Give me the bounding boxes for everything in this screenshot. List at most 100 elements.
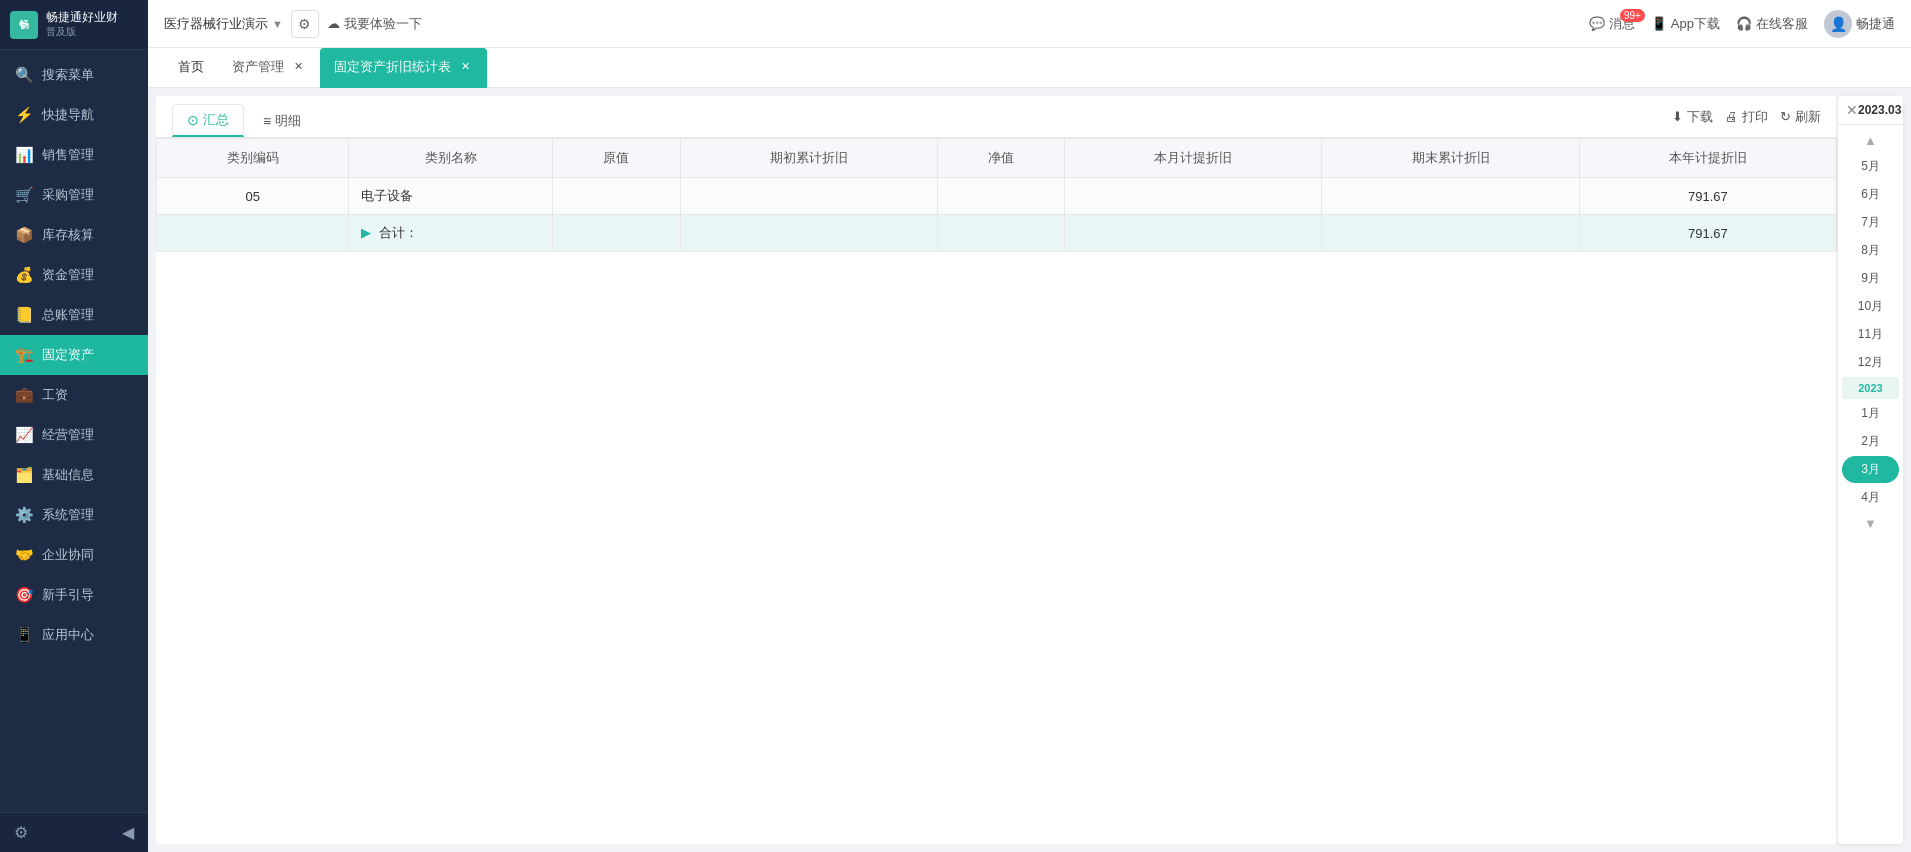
total-monthly-dep [1065,215,1322,252]
app-download-action[interactable]: 📱 App下载 [1651,15,1720,33]
sidebar-item-label-purchase: 采购管理 [42,186,94,204]
sidebar-bottom: ⚙ ◀ [0,812,148,852]
date-panel-header: ✕ 2023.03 ⤢ [1838,96,1903,125]
close-fixed-dep-icon[interactable]: ✕ [457,59,473,75]
download-button[interactable]: ⬇ 下载 [1672,108,1713,126]
date-panel-close-icon[interactable]: ✕ [1846,102,1858,118]
date-list: ▲ 5月 6月 7月 8月 9月 10月 11月 12月 2023 1月 2月 … [1838,125,1903,844]
sidebar-item-inventory[interactable]: 📦 库存核算 [0,215,148,255]
total-label: ▶ 合计： [349,215,553,252]
cell-end-acc [1322,178,1579,215]
system-icon: ⚙️ [14,505,34,525]
refresh-icon: ↻ [1780,109,1791,124]
date-month-10[interactable]: 10月 [1842,293,1899,320]
date-month-8[interactable]: 8月 [1842,237,1899,264]
experience-button[interactable]: ☁ 我要体验一下 [327,15,422,33]
ledger-icon: 📒 [14,305,34,325]
sidebar-item-search[interactable]: 🔍 搜索菜单 [0,55,148,95]
sidebar-item-appstore[interactable]: 📱 应用中心 [0,615,148,655]
sidebar-nav: 🔍 搜索菜单 ⚡ 快捷导航 📊 销售管理 🛒 采购管理 📦 库存核算 💰 资金管… [0,50,148,812]
cloud-icon: ☁ [327,16,340,31]
tab-asset-mgmt[interactable]: 资产管理 ✕ [218,48,320,88]
finance-icon: 💰 [14,265,34,285]
header-settings-icon[interactable]: ⚙ [291,10,319,38]
table-header-row: 类别编码 类别名称 原值 期初累计折旧 净值 本月计提折旧 期末累计折旧 本年计… [157,139,1837,178]
phone-icon: 📱 [1651,16,1667,31]
tab-fixed-depreciation[interactable]: 固定资产折旧统计表 ✕ [320,48,487,88]
settings-icon[interactable]: ⚙ [14,823,28,842]
date-nav-up-icon[interactable]: ▲ [1838,129,1903,152]
date-month-5[interactable]: 5月 [1842,153,1899,180]
cell-monthly-dep [1065,178,1322,215]
date-month-6[interactable]: 6月 [1842,181,1899,208]
print-button[interactable]: 🖨 打印 [1725,108,1768,126]
summary-icon: ⊙ [187,112,199,128]
content-area: ⊙ 汇总 ≡ 明细 ⬇ 下载 🖨 打印 [148,88,1911,852]
sidebar-item-label-guide: 新手引导 [42,586,94,604]
sidebar-item-label-quicknav: 快捷导航 [42,106,94,124]
col-end-acc: 期末累计折旧 [1322,139,1579,178]
inventory-icon: 📦 [14,225,34,245]
tabs-bar: 首页 资产管理 ✕ 固定资产折旧统计表 ✕ [148,48,1911,88]
user-action[interactable]: 👤 畅捷通 [1824,10,1895,38]
corp-icon: 🤝 [14,545,34,565]
table-row: 05 电子设备 791.67 [157,178,1837,215]
print-icon: 🖨 [1725,109,1738,124]
date-month-3[interactable]: 3月 [1842,456,1899,483]
col-net-value: 净值 [937,139,1064,178]
fixed-icon: 🏗️ [14,345,34,365]
date-panel-title: 2023.03 [1858,103,1901,117]
sidebar-item-label-sales: 销售管理 [42,146,94,164]
operation-icon: 📈 [14,425,34,445]
sidebar-item-label-operation: 经营管理 [42,426,94,444]
date-panel: ✕ 2023.03 ⤢ ▲ 5月 6月 7月 8月 9月 10月 11月 12月… [1837,96,1903,844]
date-year-2023: 2023 [1842,377,1899,399]
date-panel-expand-icon[interactable]: ⤢ [1901,103,1903,117]
sidebar-item-label-inventory: 库存核算 [42,226,94,244]
company-selector[interactable]: 医疗器械行业演示 ▼ [164,15,283,33]
date-month-1[interactable]: 1月 [1842,400,1899,427]
sidebar-item-corp[interactable]: 🤝 企业协同 [0,535,148,575]
download-icon: ⬇ [1672,109,1683,124]
col-monthly-dep: 本月计提折旧 [1065,139,1322,178]
subtab-detail[interactable]: ≡ 明细 [248,104,316,137]
sidebar-item-label-ledger: 总账管理 [42,306,94,324]
sales-icon: 📊 [14,145,34,165]
sidebar-item-basic[interactable]: 🗂️ 基础信息 [0,455,148,495]
date-month-11[interactable]: 11月 [1842,321,1899,348]
date-nav-down-icon[interactable]: ▼ [1838,512,1903,535]
sidebar-item-salary[interactable]: 💼 工资 [0,375,148,415]
headset-icon: 🎧 [1736,16,1752,31]
sidebar-item-label-system: 系统管理 [42,506,94,524]
sidebar-item-quicknav[interactable]: ⚡ 快捷导航 [0,95,148,135]
detail-icon: ≡ [263,113,271,129]
total-icon: ▶ [361,225,371,240]
purchase-icon: 🛒 [14,185,34,205]
customer-service-action[interactable]: 🎧 在线客服 [1736,15,1808,33]
cell-yearly-dep: 791.67 [1579,178,1836,215]
sidebar-item-sales[interactable]: 📊 销售管理 [0,135,148,175]
message-action[interactable]: 💬 消息 99+ [1589,15,1635,33]
sidebar-item-ledger[interactable]: 📒 总账管理 [0,295,148,335]
sidebar-item-finance[interactable]: 💰 资金管理 [0,255,148,295]
sidebar-item-system[interactable]: ⚙️ 系统管理 [0,495,148,535]
sidebar-item-operation[interactable]: 📈 经营管理 [0,415,148,455]
date-month-9[interactable]: 9月 [1842,265,1899,292]
collapse-icon[interactable]: ◀ [122,823,134,842]
close-asset-mgmt-icon[interactable]: ✕ [290,59,306,75]
date-month-4[interactable]: 4月 [1842,484,1899,511]
tab-home[interactable]: 首页 [164,48,218,88]
cell-net-value [937,178,1064,215]
refresh-button[interactable]: ↻ 刷新 [1780,108,1821,126]
sidebar-item-purchase[interactable]: 🛒 采购管理 [0,175,148,215]
subtab-summary[interactable]: ⊙ 汇总 [172,104,244,137]
cell-original [553,178,680,215]
date-month-2[interactable]: 2月 [1842,428,1899,455]
date-month-12[interactable]: 12月 [1842,349,1899,376]
sidebar: 畅 畅捷通好业财 普及版 🔍 搜索菜单 ⚡ 快捷导航 📊 销售管理 🛒 采购管理… [0,0,148,852]
company-name: 医疗器械行业演示 [164,15,268,33]
sidebar-item-fixed[interactable]: 🏗️ 固定资产 [0,335,148,375]
guide-icon: 🎯 [14,585,34,605]
sidebar-item-guide[interactable]: 🎯 新手引导 [0,575,148,615]
date-month-7[interactable]: 7月 [1842,209,1899,236]
